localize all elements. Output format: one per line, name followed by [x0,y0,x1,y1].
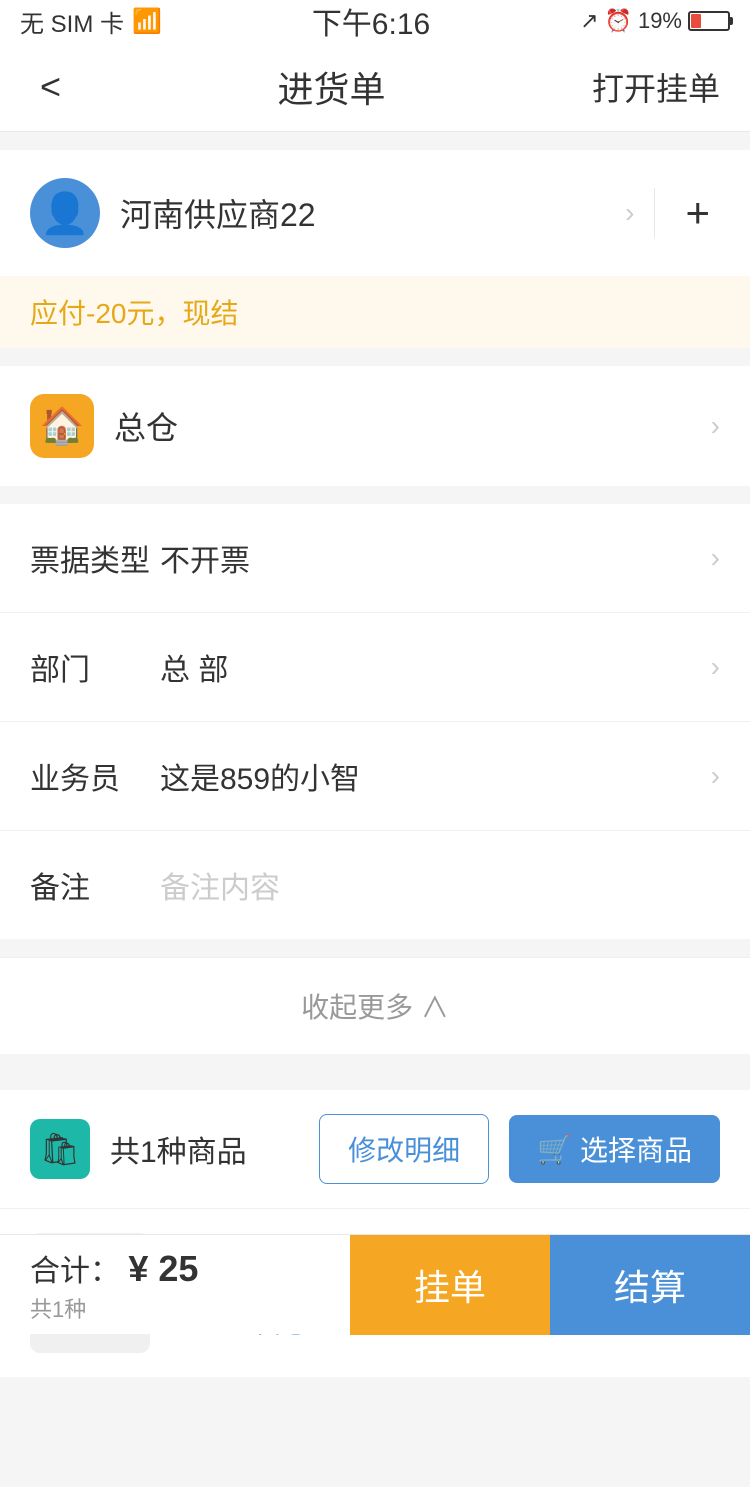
cart-icon: 🛒 [537,1133,572,1166]
bottom-bar: 合计： ¥ 25 共1种 挂单 结算 [0,1234,750,1334]
settle-button[interactable]: 结算 [550,1235,750,1335]
product-icon: 🛍 [30,1119,90,1179]
total-section: 合计： ¥ 25 共1种 [0,1246,350,1324]
total-sub: 共1种 [30,1292,320,1324]
remark-input[interactable]: 备注内容 [160,863,720,907]
invoice-chevron-icon: › [711,542,720,574]
invoice-type-value: 不开票 [160,536,711,580]
department-row[interactable]: 部门 总 部 › [0,613,750,722]
supplier-info-bar: 应付-20元，现结 [0,276,750,348]
product-count: 共1种商品 [110,1127,299,1171]
wifi-icon: 📶 [132,7,162,36]
supplier-divider [654,188,655,238]
salesperson-chevron-icon: › [711,760,720,792]
nav-bar: < 进货单 打开挂单 [0,42,750,132]
divider-2 [0,1054,750,1072]
total-label: 合计： [30,1255,120,1288]
supplier-row[interactable]: 👤 河南供应商22 › + [0,150,750,276]
total-row: 合计： ¥ 25 [30,1246,320,1290]
select-product-label: 选择商品 [580,1129,692,1169]
warehouse-section[interactable]: 🏠 总仓 › [0,366,750,486]
invoice-type-row[interactable]: 票据类型 不开票 › [0,504,750,613]
select-product-button[interactable]: 🛒 选择商品 [509,1115,720,1183]
supplier-section: 👤 河南供应商22 › + 应付-20元，现结 [0,150,750,348]
product-header: 🛍 共1种商品 修改明细 🛒 选择商品 [0,1090,750,1208]
edit-detail-button[interactable]: 修改明细 [319,1114,489,1184]
total-amount: ¥ 25 [128,1248,198,1289]
department-chevron-icon: › [711,651,720,683]
status-left: 无 SIM 卡 📶 [20,4,162,39]
supplier-name: 河南供应商22 [120,190,625,236]
status-time: 下午6:16 [312,0,430,43]
collapse-button[interactable]: 收起更多 ∧ [301,986,449,1026]
invoice-type-label: 票据类型 [30,536,160,580]
supplier-avatar: 👤 [30,178,100,248]
salesperson-row[interactable]: 业务员 这是859的小智 › [0,722,750,831]
avatar-person-icon: 👤 [40,190,90,237]
form-section: 票据类型 不开票 › 部门 总 部 › 业务员 这是859的小智 › 备注 备注… [0,504,750,939]
alarm-icon: ⏰ [605,8,632,34]
remark-row[interactable]: 备注 备注内容 [0,831,750,939]
battery-percent: 19% [638,8,682,34]
add-supplier-button[interactable]: + [675,189,720,237]
back-button[interactable]: < [30,56,71,118]
location-icon: ↗ [580,8,598,34]
status-bar: 无 SIM 卡 📶 下午6:16 ↗ ⏰ 19% [0,0,750,42]
status-right: ↗ ⏰ 19% [580,8,730,34]
warehouse-icon: 🏠 [30,394,94,458]
warehouse-name: 总仓 [114,403,711,449]
department-value: 总 部 [160,645,711,689]
carrier-text: 无 SIM 卡 [20,4,124,39]
salesperson-label: 业务员 [30,754,160,798]
page-title: 进货单 [278,61,386,113]
open-hang-button[interactable]: 打开挂单 [592,64,720,110]
chevron-right-icon: › [625,197,634,229]
battery-icon [688,11,730,31]
warehouse-chevron-icon: › [711,410,720,442]
department-label: 部门 [30,645,160,689]
remark-label: 备注 [30,863,160,907]
hang-button[interactable]: 挂单 [350,1235,550,1335]
salesperson-value: 这是859的小智 [160,754,711,798]
collapse-section: 收起更多 ∧ [0,957,750,1054]
divider-1 [0,132,750,150]
